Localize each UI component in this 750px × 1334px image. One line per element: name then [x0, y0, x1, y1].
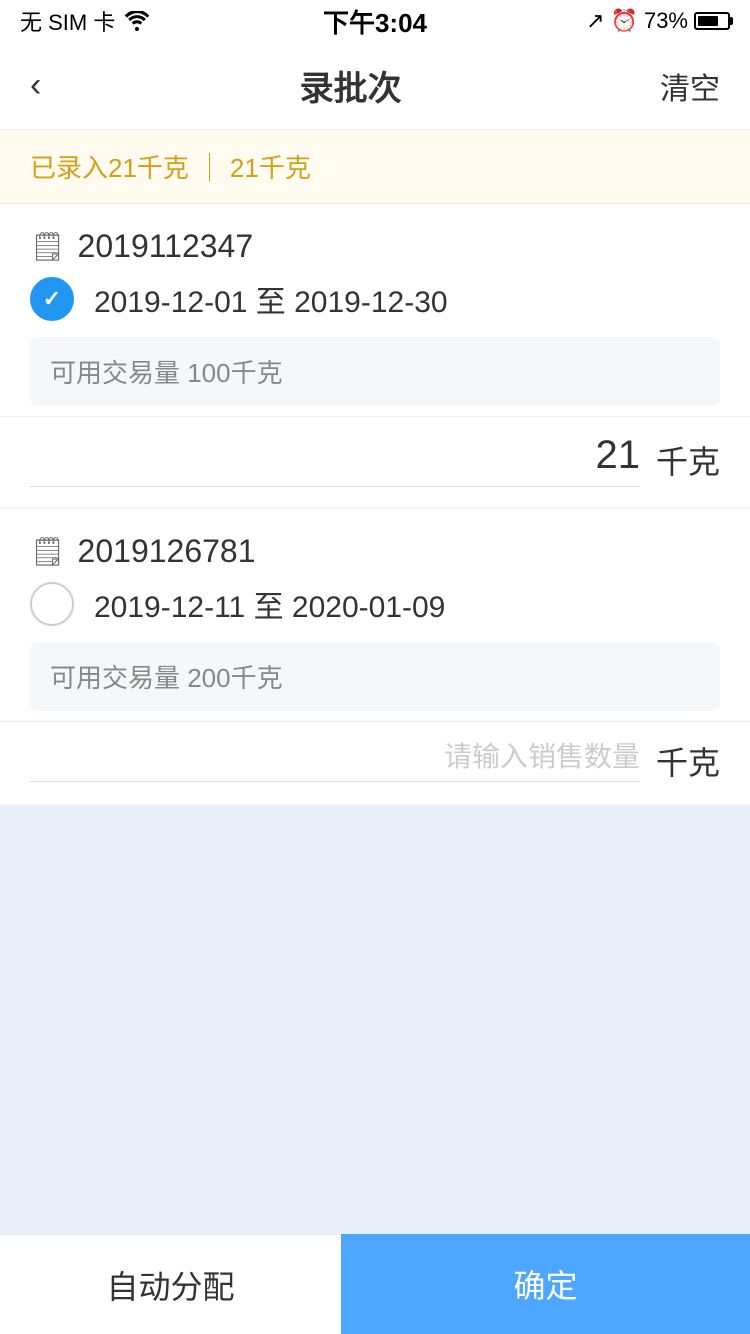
recorded-label: 已录入21千克: [30, 148, 189, 185]
batch-qty-input-1[interactable]: [30, 433, 640, 487]
batch-input-container-2[interactable]: [30, 741, 640, 782]
batch-1-row: 2019-12-01 至 2019-12-30: [0, 277, 750, 337]
batch-input-row-1: 千克: [0, 416, 750, 507]
location-icon: ↗: [586, 8, 604, 34]
batch-2-header: 🗒 2019126781: [0, 509, 750, 582]
batch-qty-box-2: 可用交易量 200千克: [30, 642, 720, 711]
alarm-icon: ⏰: [611, 8, 638, 34]
main-content: 已录入21千克 21千克 🗒 2019112347 2019-12-01 至 2…: [0, 130, 750, 1234]
info-banner: 已录入21千克 21千克: [0, 130, 750, 204]
batch-qty-input-2[interactable]: [30, 741, 640, 782]
clear-button[interactable]: 清空: [660, 64, 720, 108]
batch-id-1: 2019112347: [78, 228, 254, 265]
status-bar-left: 无 SIM 卡: [20, 5, 151, 37]
batch-1-header: 🗒 2019112347: [0, 204, 750, 277]
wifi-icon: [123, 11, 151, 31]
batch-radio-1[interactable]: [30, 277, 74, 321]
batch-qty-box-1: 可用交易量 100千克: [30, 337, 720, 406]
back-button[interactable]: ‹: [30, 66, 41, 105]
batch-unit-1: 千克: [656, 437, 720, 483]
battery-percent: 73%: [644, 8, 688, 34]
page-title: 录批次: [300, 61, 402, 110]
confirm-button[interactable]: 确定: [341, 1234, 750, 1334]
batch-date-1: 2019-12-01 至 2019-12-30: [94, 277, 448, 321]
batch-2-row: 2019-12-11 至 2020-01-09: [0, 582, 750, 642]
status-bar-time: 下午3:04: [323, 3, 427, 40]
batch-radio-2[interactable]: [30, 582, 74, 626]
batch-unit-2: 千克: [656, 738, 720, 784]
batch-input-row-2: 千克: [0, 721, 750, 804]
batch-id-2: 2019126781: [78, 533, 256, 570]
batch-id-icon-1: 🗒: [30, 230, 66, 263]
recorded-value: 21千克: [230, 148, 311, 185]
batch-qty-label-2: 可用交易量 200千克: [50, 663, 283, 693]
batch-item-1: 🗒 2019112347 2019-12-01 至 2019-12-30 可用交…: [0, 204, 750, 507]
bottom-bar: 自动分配 确定: [0, 1234, 750, 1334]
batch-date-2: 2019-12-11 至 2020-01-09: [94, 582, 445, 626]
battery-icon: [694, 12, 730, 30]
auto-distribute-button[interactable]: 自动分配: [0, 1234, 341, 1334]
batch-item-2: 🗒 2019126781 2019-12-11 至 2020-01-09 可用交…: [0, 509, 750, 804]
status-bar-right: ↗ ⏰ 73%: [586, 8, 730, 34]
banner-divider: [209, 153, 210, 181]
nav-bar: ‹ 录批次 清空: [0, 42, 750, 130]
batch-id-icon-2: 🗒: [30, 535, 66, 568]
batch-input-container-1[interactable]: [30, 433, 640, 487]
empty-area: [0, 806, 750, 1234]
batch-qty-label-1: 可用交易量 100千克: [50, 358, 283, 388]
status-bar: 无 SIM 卡 下午3:04 ↗ ⏰ 73%: [0, 0, 750, 42]
sim-label: 无 SIM 卡: [20, 5, 115, 37]
